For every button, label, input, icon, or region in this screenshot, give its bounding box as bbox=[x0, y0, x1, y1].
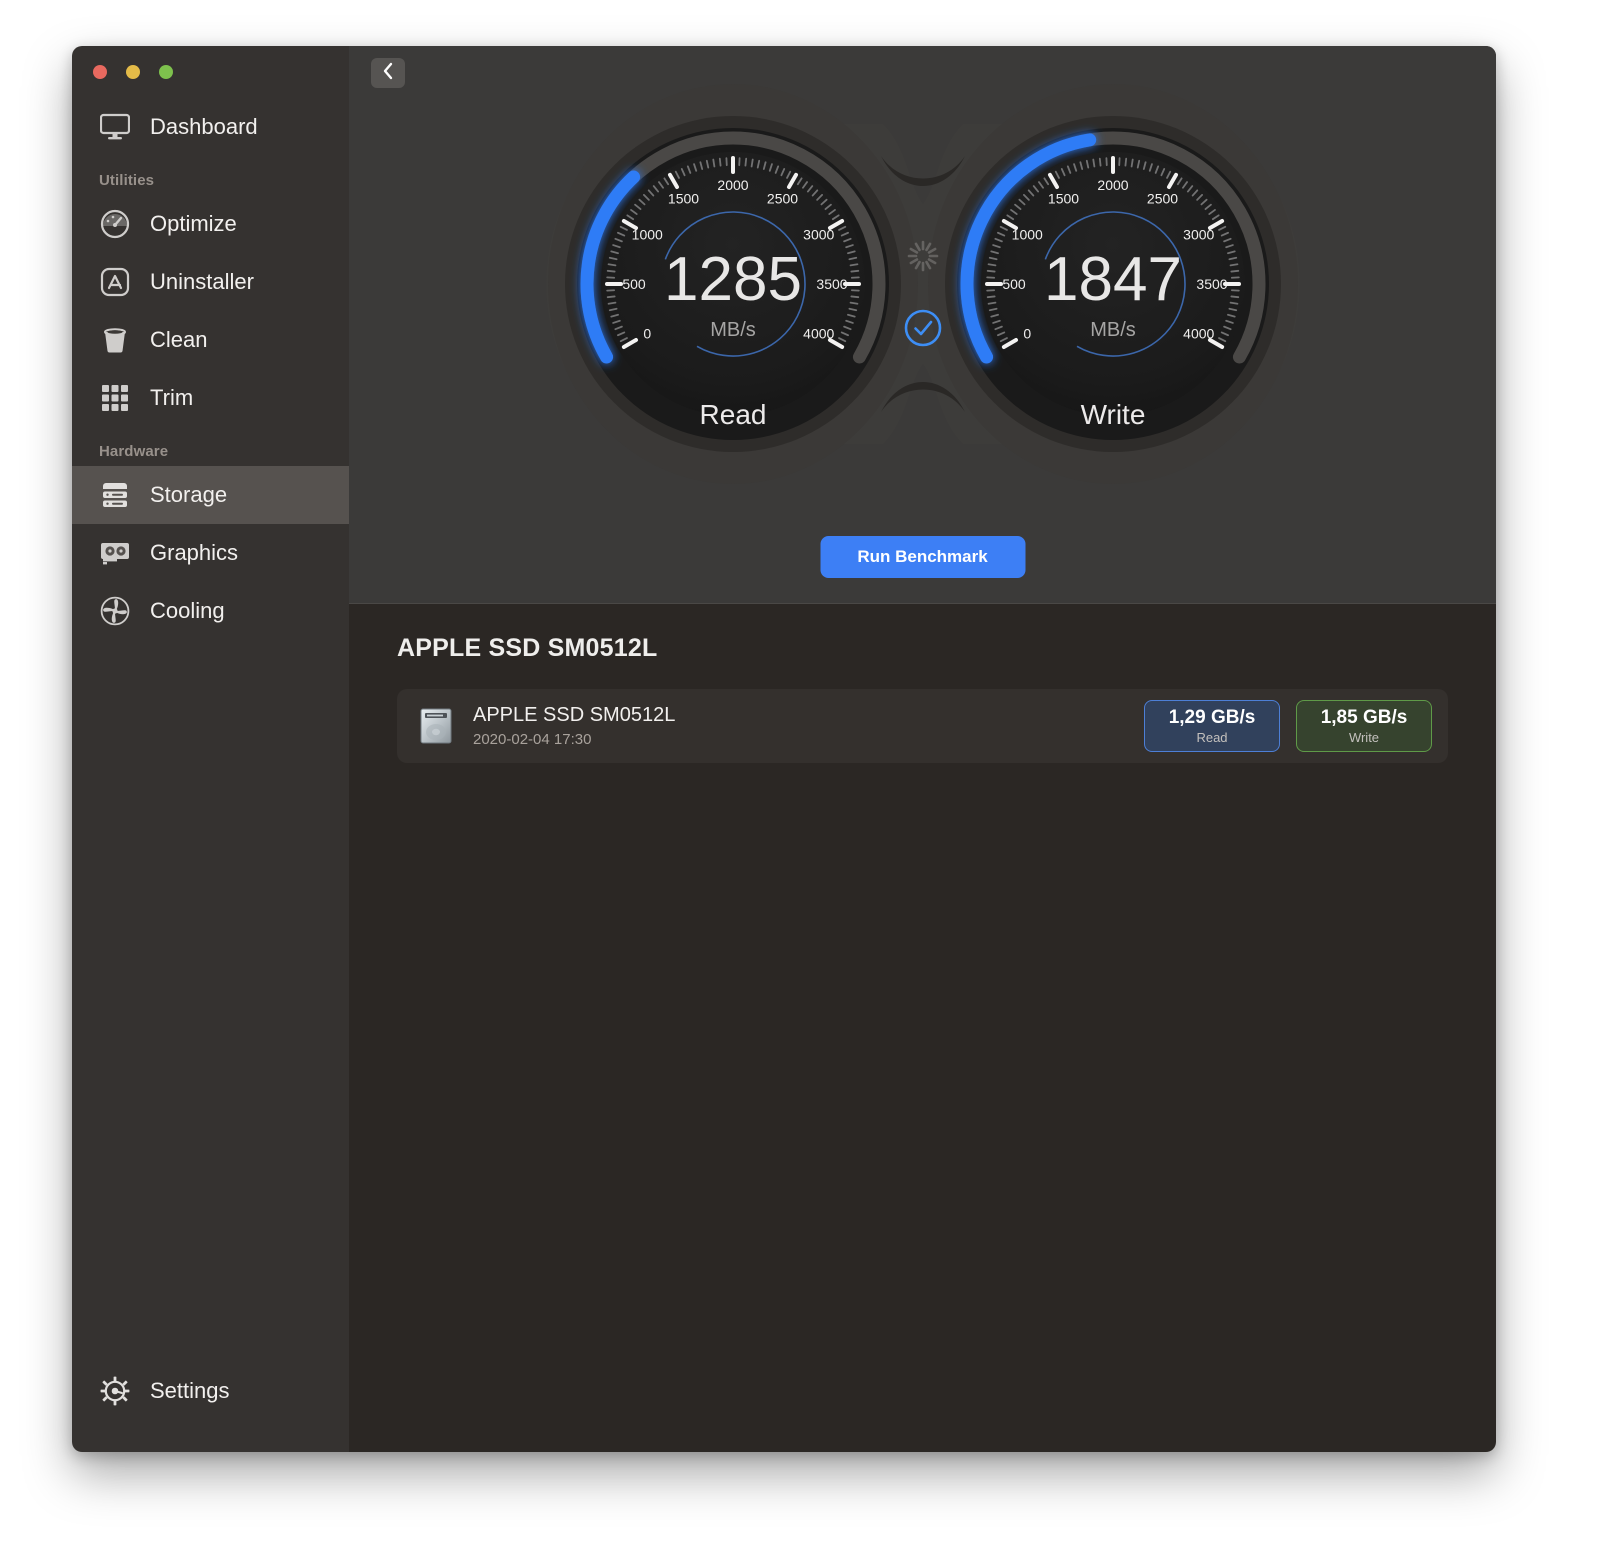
fan-icon bbox=[99, 595, 131, 627]
gauge-cluster: 050010001500200025003000350040001285MB/s… bbox=[483, 64, 1363, 504]
gauge-tick-label: 4000 bbox=[1183, 326, 1214, 342]
display-icon bbox=[99, 111, 131, 143]
write-result-value: 1,85 GB/s bbox=[1321, 707, 1408, 729]
read-gauge: 0 500 1000 1500 2000 2500 3000 3500 40001285 MB/s… bbox=[565, 116, 901, 452]
sidebar-item-dashboard[interactable]: Dashboard bbox=[72, 98, 349, 156]
sidebar-item-label: Clean bbox=[150, 327, 207, 353]
sidebar-item-storage[interactable]: Storage bbox=[72, 466, 349, 524]
gauge-tick-label: 1000 bbox=[631, 227, 662, 243]
gauge-tick-label: 3500 bbox=[816, 276, 847, 292]
write-result-badge: 1,85 GB/s Write bbox=[1296, 700, 1432, 752]
result-badges: 1,29 GB/s Read 1,85 GB/s Write bbox=[1144, 700, 1432, 752]
sidebar-item-label: Uninstaller bbox=[150, 269, 254, 295]
gauges-container: 050010001500200025003000350040001285MB/s… bbox=[349, 64, 1496, 504]
gauge-tick-label: 3000 bbox=[803, 227, 834, 243]
gauge-tick-label: 2500 bbox=[1146, 190, 1177, 206]
table-row[interactable]: APPLE SSD SM0512L 2020-02-04 17:30 1,29 … bbox=[397, 689, 1448, 763]
gauge-tick-label: 500 bbox=[1002, 276, 1026, 292]
gauge-value: 1285 bbox=[664, 245, 802, 314]
sidebar-item-label: Storage bbox=[150, 482, 227, 508]
gauge-tick-label: 500 bbox=[622, 276, 646, 292]
gauge-tick-label: 3500 bbox=[1196, 276, 1227, 292]
write-result-label: Write bbox=[1349, 730, 1379, 745]
sidebar-item-graphics[interactable]: Graphics bbox=[72, 524, 349, 582]
sidebar-item-label: Optimize bbox=[150, 211, 237, 237]
run-benchmark-button[interactable]: Run Benchmark bbox=[820, 536, 1025, 578]
maximize-window-button[interactable] bbox=[159, 65, 173, 79]
gpu-card-icon bbox=[99, 537, 131, 569]
gauge-tick-label: 4000 bbox=[803, 326, 834, 342]
gauge-tick-label: 0 bbox=[1023, 326, 1031, 342]
sidebar: Dashboard Utilities Optimize bbox=[72, 46, 349, 1452]
sidebar-item-label: Dashboard bbox=[150, 114, 258, 140]
sidebar-section-utilities: Utilities bbox=[72, 156, 349, 195]
minimize-window-button[interactable] bbox=[126, 65, 140, 79]
gauge-title: Write bbox=[1080, 399, 1145, 430]
sidebar-item-label: Trim bbox=[150, 385, 193, 411]
sidebar-item-label: Graphics bbox=[150, 540, 238, 566]
speedometer-icon bbox=[99, 208, 131, 240]
gauge-tick-label: 0 bbox=[643, 326, 651, 342]
sidebar-item-settings[interactable]: Settings bbox=[72, 1362, 349, 1420]
sidebar-item-label: Settings bbox=[150, 1378, 230, 1404]
app-window: Dashboard Utilities Optimize bbox=[72, 46, 1496, 1452]
hard-disk-icon bbox=[417, 706, 455, 746]
app-store-icon bbox=[99, 266, 131, 298]
gauge-unit: MB/s bbox=[1090, 319, 1136, 341]
trash-icon bbox=[99, 324, 131, 356]
gauge-tick-label: 2000 bbox=[1097, 177, 1128, 193]
benchmark-timestamp: 2020-02-04 17:30 bbox=[473, 731, 1126, 748]
results-title: APPLE SSD SM0512L bbox=[397, 634, 1448, 663]
read-result-badge: 1,29 GB/s Read bbox=[1144, 700, 1280, 752]
gauge-unit: MB/s bbox=[710, 319, 756, 341]
sidebar-item-clean[interactable]: Clean bbox=[72, 311, 349, 369]
sidebar-item-cooling[interactable]: Cooling bbox=[72, 582, 349, 640]
gauge-tick-label: 2500 bbox=[766, 190, 797, 206]
grid-icon bbox=[99, 382, 131, 414]
disk-name: APPLE SSD SM0512L bbox=[473, 704, 1126, 727]
sidebar-item-label: Cooling bbox=[150, 598, 225, 624]
sidebar-nav: Dashboard Utilities Optimize bbox=[72, 94, 349, 640]
row-text: APPLE SSD SM0512L 2020-02-04 17:30 bbox=[473, 704, 1126, 748]
gauge-tick-label: 1000 bbox=[1011, 227, 1042, 243]
gauge-tick-label: 1500 bbox=[1047, 190, 1078, 206]
read-result-value: 1,29 GB/s bbox=[1169, 707, 1256, 729]
close-window-button[interactable] bbox=[93, 65, 107, 79]
write-gauge: 0 500 1000 1500 2000 2500 3000 3500 40001847 MB/s… bbox=[945, 116, 1281, 452]
server-icon bbox=[99, 479, 131, 511]
gauge-tick-label: 1500 bbox=[667, 190, 698, 206]
results-section: APPLE SSD SM0512L bbox=[349, 604, 1496, 763]
gauge-title: Read bbox=[699, 399, 766, 430]
traffic-lights bbox=[72, 46, 349, 94]
sidebar-item-trim[interactable]: Trim bbox=[72, 369, 349, 427]
gauge-value: 1847 bbox=[1044, 245, 1182, 314]
sidebar-item-optimize[interactable]: Optimize bbox=[72, 195, 349, 253]
main-content: 050010001500200025003000350040001285MB/s… bbox=[349, 46, 1496, 1452]
gear-icon bbox=[99, 1375, 131, 1407]
gauge-tick-label: 2000 bbox=[717, 177, 748, 193]
gauge-tick-label: 3000 bbox=[1183, 227, 1214, 243]
read-result-label: Read bbox=[1196, 730, 1227, 745]
benchmark-panel: 050010001500200025003000350040001285MB/s… bbox=[349, 46, 1496, 604]
sidebar-item-uninstaller[interactable]: Uninstaller bbox=[72, 253, 349, 311]
sidebar-section-hardware: Hardware bbox=[72, 427, 349, 466]
